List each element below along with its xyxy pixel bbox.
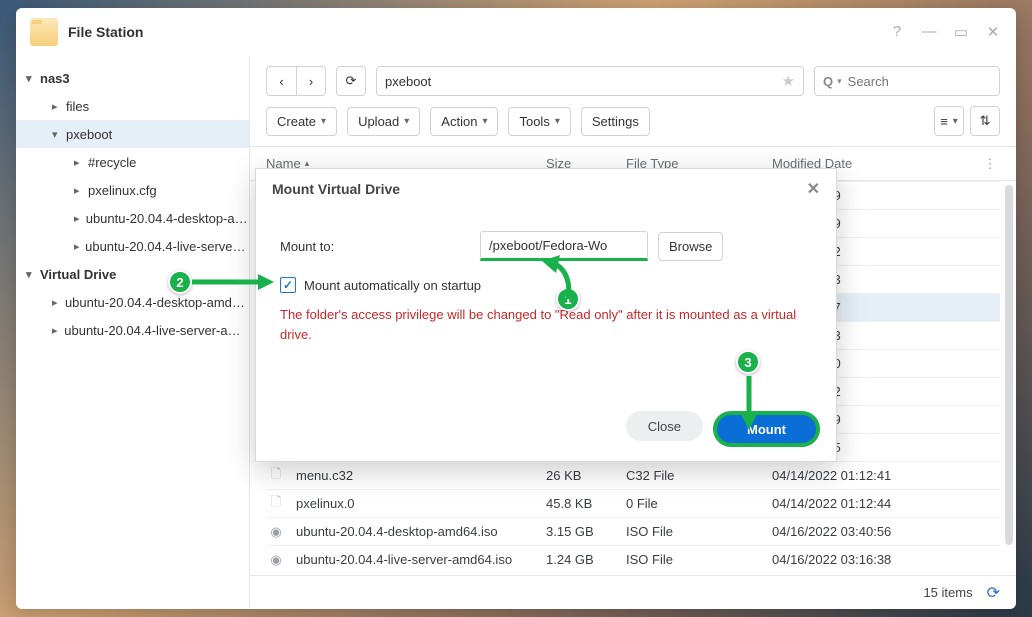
file-type: C32 File	[626, 468, 772, 483]
file-type: 0 File	[626, 496, 772, 511]
tree-item-pxelinux-cfg[interactable]: ▸pxelinux.cfg	[16, 176, 249, 204]
file-date: 04/14/2022 01:12:44	[772, 496, 980, 511]
tree-item-ubuntu-desktop[interactable]: ▸ubuntu-20.04.4-desktop-amd64.iso	[16, 204, 249, 232]
auto-mount-checkbox[interactable]: ✓	[280, 277, 296, 293]
tree-vd-ubuntu-live[interactable]: ▸ubuntu-20.04.4-live-server-amd64.iso	[16, 316, 249, 344]
file-size: 3.15 GB	[546, 524, 626, 539]
nav-back-button[interactable]: ‹	[266, 66, 296, 96]
sidebar: ▾nas3 ▸files ▾pxeboot ▸#recycle ▸pxelinu…	[16, 56, 250, 609]
disc-icon: ◉	[266, 524, 286, 540]
tree-root-nas3[interactable]: ▾nas3	[16, 64, 249, 92]
browse-button[interactable]: Browse	[658, 232, 723, 261]
table-row[interactable]: ◉ ubuntu-20.04.4-desktop-amd64.iso 3.15 GB…	[266, 517, 1000, 545]
dialog-title: Mount Virtual Drive	[272, 181, 400, 197]
table-row[interactable]: 🗋 pxelinux.0 45.8 KB0 File04/14/2022 01:12…	[266, 489, 1000, 517]
scrollbar-track[interactable]	[1004, 181, 1014, 575]
table-row[interactable]: 🗋 menu.c32 26 KBC32 File04/14/2022 01:12:4…	[266, 461, 1000, 489]
file-type: ISO File	[626, 524, 772, 539]
disc-icon: ◉	[266, 552, 286, 568]
dialog-close-button[interactable]: Close	[626, 411, 703, 441]
mount-to-input[interactable]	[480, 231, 648, 261]
scrollbar-thumb[interactable]	[1005, 185, 1013, 545]
nav-forward-button[interactable]: ›	[296, 66, 326, 96]
mount-to-label: Mount to:	[280, 239, 480, 254]
file-date: 04/16/2022 03:40:56	[772, 524, 980, 539]
auto-mount-label: Mount automatically on startup	[304, 278, 481, 293]
mount-button[interactable]: Mount	[713, 411, 820, 447]
search-box[interactable]: Q▾	[814, 66, 1000, 96]
minimize-icon[interactable]: —	[920, 23, 938, 41]
sort-button[interactable]: ⇅	[970, 106, 1000, 136]
reload-button[interactable]: ⟳	[336, 66, 366, 96]
status-reload-icon[interactable]: ⟳	[987, 583, 1000, 603]
favorite-icon[interactable]: ★	[782, 72, 795, 90]
maximize-icon[interactable]: ▭	[952, 23, 970, 41]
tree-item-pxeboot[interactable]: ▾pxeboot	[16, 120, 249, 148]
mount-dialog: Mount Virtual Drive ✕ Mount to: Browse ✓…	[255, 168, 837, 462]
settings-button[interactable]: Settings	[581, 107, 650, 136]
app-icon	[30, 18, 58, 46]
file-name: ubuntu-20.04.4-desktop-amd64.iso	[296, 524, 498, 539]
item-count: 15 items	[923, 585, 972, 600]
view-mode-button[interactable]: ≡ ▾	[934, 106, 964, 136]
app-title: File Station	[68, 24, 143, 40]
status-bar: 15 items ⟳	[250, 575, 1016, 609]
close-window-icon[interactable]: ✕	[984, 23, 1002, 41]
file-name: ubuntu-20.04.4-live-server-amd64.iso	[296, 552, 512, 567]
file-name: menu.c32	[296, 468, 353, 483]
file-date: 04/16/2022 03:16:38	[772, 552, 980, 567]
tree-item-recycle[interactable]: ▸#recycle	[16, 148, 249, 176]
search-dropdown-icon[interactable]: ▾	[837, 76, 842, 87]
tree-item-ubuntu-live[interactable]: ▸ubuntu-20.04.4-live-server-amd64.iso	[16, 232, 249, 260]
path-text: pxeboot	[385, 74, 431, 89]
action-button[interactable]: Action▾	[430, 107, 498, 136]
file-size: 26 KB	[546, 468, 626, 483]
create-button[interactable]: Create▾	[266, 107, 337, 136]
col-menu-icon[interactable]: ⋮	[980, 156, 1000, 172]
search-input[interactable]	[848, 74, 1024, 89]
dialog-close-icon[interactable]: ✕	[807, 179, 820, 199]
file-name: pxelinux.0	[296, 496, 355, 511]
table-row[interactable]: ◉ ubuntu-20.04.4-live-server-amd64.iso 1.2…	[266, 545, 1000, 573]
file-size: 1.24 GB	[546, 552, 626, 567]
tree-root-virtual-drive[interactable]: ▾Virtual Drive	[16, 260, 249, 288]
file-icon: 🗋	[266, 493, 286, 515]
help-icon[interactable]: ?	[888, 23, 906, 41]
file-icon: 🗋	[266, 465, 286, 487]
search-icon: Q	[823, 74, 833, 89]
warning-text: The folder's access privilege will be ch…	[280, 305, 812, 344]
tools-button[interactable]: Tools▾	[508, 107, 570, 136]
tree-vd-ubuntu-desktop[interactable]: ▸ubuntu-20.04.4-desktop-amd64.iso	[16, 288, 249, 316]
path-input[interactable]: pxeboot ★	[376, 66, 804, 96]
tree-item-files[interactable]: ▸files	[16, 92, 249, 120]
title-bar: File Station ? — ▭ ✕	[16, 8, 1016, 56]
file-size: 45.8 KB	[546, 496, 626, 511]
upload-button[interactable]: Upload▾	[347, 107, 420, 136]
file-date: 04/14/2022 01:12:41	[772, 468, 980, 483]
file-type: ISO File	[626, 552, 772, 567]
